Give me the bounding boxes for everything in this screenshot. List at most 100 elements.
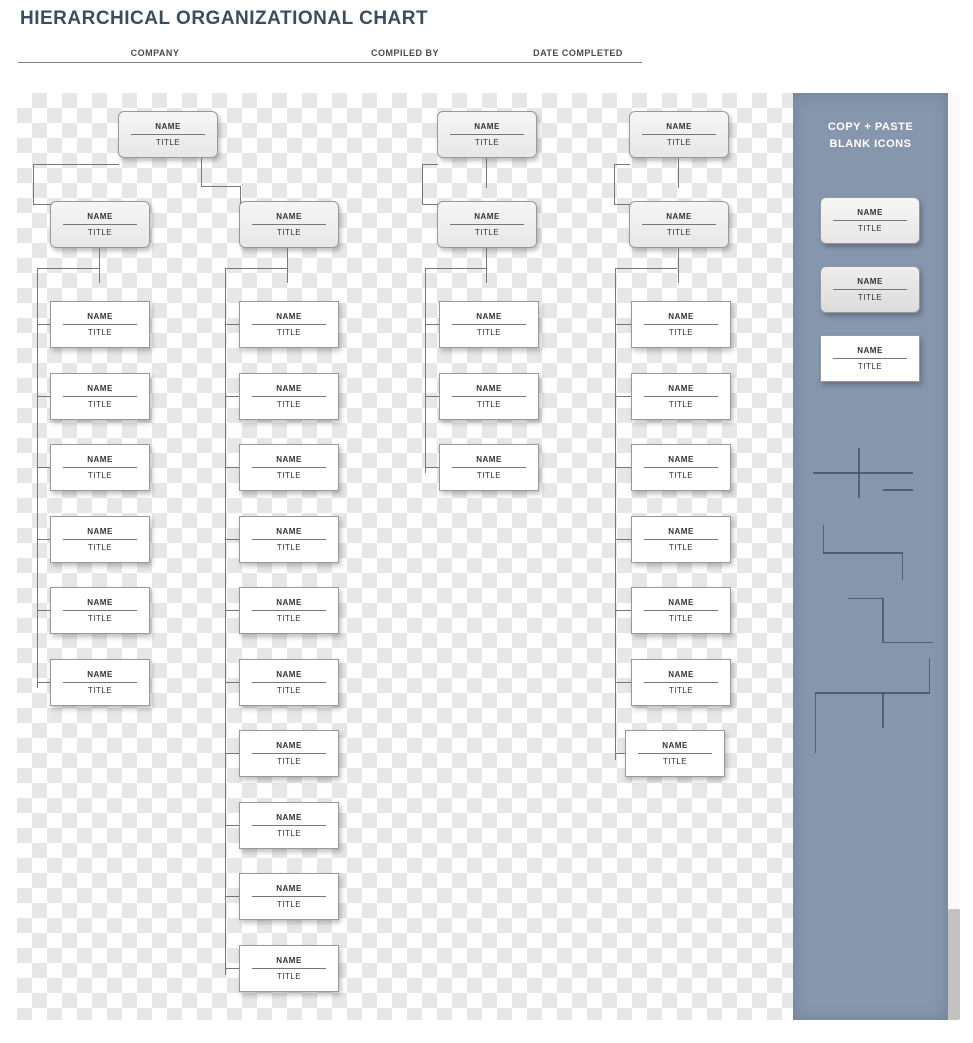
connector [614, 164, 630, 165]
node-title: TITLE [475, 225, 499, 240]
node-leaf[interactable]: NAMETITLE [631, 587, 731, 634]
node-name: NAME [276, 953, 302, 968]
node-title: TITLE [669, 611, 693, 626]
node-leaf[interactable]: NAMETITLE [239, 945, 339, 992]
node-leaf[interactable]: NAMETITLE [50, 301, 150, 348]
node-title: TITLE [477, 397, 501, 412]
node-leaf[interactable]: NAMETITLE [439, 444, 539, 491]
node-leaf[interactable]: NAMETITLE [50, 516, 150, 563]
node-leaf[interactable]: NAMETITLE [239, 873, 339, 920]
node-title: TITLE [277, 397, 301, 412]
header-divider [18, 62, 642, 63]
node-title: TITLE [88, 225, 112, 240]
node-leaf[interactable]: NAMETITLE [239, 301, 339, 348]
node-leaf[interactable]: NAMETITLE [631, 444, 731, 491]
palette-connector-tee[interactable] [813, 448, 913, 498]
node-title: TITLE [88, 540, 112, 555]
node-title: TITLE [477, 325, 501, 340]
node-name: NAME [276, 209, 302, 224]
node-leaf[interactable]: NAMETITLE [239, 373, 339, 420]
node-leaf[interactable]: NAMETITLE [50, 659, 150, 706]
node-title: TITLE [669, 540, 693, 555]
node-leaf[interactable]: NAMETITLE [239, 730, 339, 777]
connector [615, 467, 631, 468]
node-title: TITLE [156, 135, 180, 150]
node-manager-a[interactable]: NAME TITLE [50, 201, 150, 248]
node-leaf[interactable]: NAMETITLE [50, 444, 150, 491]
node-leaf[interactable]: NAMETITLE [239, 802, 339, 849]
node-name: NAME [662, 738, 688, 753]
node-leaf[interactable]: NAMETITLE [239, 444, 339, 491]
connector [225, 467, 239, 468]
connector [287, 248, 288, 283]
node-name: NAME [276, 452, 302, 467]
palette-node-square[interactable]: NAME TITLE [820, 335, 920, 382]
connector [37, 467, 50, 468]
page-title: HIERARCHICAL ORGANIZATIONAL CHART [20, 8, 428, 30]
node-title: TITLE [88, 468, 112, 483]
connector [486, 158, 487, 188]
node-manager-b[interactable]: NAME TITLE [239, 201, 339, 248]
node-name: NAME [87, 309, 113, 324]
connector [425, 324, 439, 325]
node-leaf[interactable]: NAMETITLE [631, 516, 731, 563]
connector [225, 396, 239, 397]
node-title: TITLE [277, 325, 301, 340]
node-name: NAME [668, 309, 694, 324]
node-leaf[interactable]: NAMETITLE [625, 730, 725, 777]
node-name: NAME [857, 343, 883, 358]
node-title: TITLE [667, 135, 691, 150]
connector [615, 610, 631, 611]
node-name: NAME [668, 524, 694, 539]
node-title: TITLE [277, 468, 301, 483]
palette-connector-step[interactable] [848, 598, 933, 643]
node-title: TITLE [277, 897, 301, 912]
palette-connector-complex[interactable] [815, 658, 930, 753]
connector [615, 539, 631, 540]
connector [425, 467, 439, 468]
node-leaf[interactable]: NAMETITLE [631, 301, 731, 348]
node-title: TITLE [667, 225, 691, 240]
node-title: TITLE [88, 397, 112, 412]
node-leaf[interactable]: NAMETITLE [239, 587, 339, 634]
node-leaf[interactable]: NAMETITLE [439, 301, 539, 348]
connector [422, 164, 438, 165]
node-root-ab[interactable]: NAME TITLE [118, 111, 218, 158]
org-chart-canvas[interactable]: NAME TITLE NAME TITLE NAME TITLE NAME TI… [17, 93, 793, 1020]
node-leaf[interactable]: NAMETITLE [631, 373, 731, 420]
connector [225, 324, 239, 325]
scrollbar-thumb[interactable] [948, 909, 960, 1020]
connector [37, 268, 38, 688]
connector [37, 396, 50, 397]
node-name: NAME [666, 209, 692, 224]
palette-node-rounded-grey[interactable]: NAME TITLE [820, 266, 920, 313]
node-root-c[interactable]: NAME TITLE [437, 111, 537, 158]
node-manager-d[interactable]: NAME TITLE [629, 201, 729, 248]
connector [425, 396, 439, 397]
connector [225, 682, 239, 683]
node-name: NAME [668, 452, 694, 467]
node-name: NAME [87, 452, 113, 467]
node-leaf[interactable]: NAMETITLE [50, 587, 150, 634]
connector [33, 204, 51, 205]
node-leaf[interactable]: NAMETITLE [239, 659, 339, 706]
node-name: NAME [155, 119, 181, 134]
node-manager-c[interactable]: NAME TITLE [437, 201, 537, 248]
node-leaf[interactable]: NAMETITLE [439, 373, 539, 420]
node-name: NAME [87, 209, 113, 224]
node-leaf[interactable]: NAMETITLE [239, 516, 339, 563]
sidebar-icon-palette: COPY + PASTEBLANK ICONS NAME TITLE NAME … [793, 93, 948, 1020]
node-name: NAME [857, 205, 883, 220]
connector [614, 204, 630, 205]
node-name: NAME [87, 595, 113, 610]
palette-connector-elbow-down[interactable] [823, 525, 903, 580]
node-name: NAME [87, 381, 113, 396]
node-root-d[interactable]: NAME TITLE [629, 111, 729, 158]
node-title: TITLE [858, 290, 882, 305]
node-title: TITLE [277, 540, 301, 555]
scrollbar-track[interactable] [948, 93, 960, 1020]
node-title: TITLE [277, 969, 301, 984]
node-leaf[interactable]: NAMETITLE [631, 659, 731, 706]
palette-node-rounded-light[interactable]: NAME TITLE [820, 197, 920, 244]
node-leaf[interactable]: NAMETITLE [50, 373, 150, 420]
